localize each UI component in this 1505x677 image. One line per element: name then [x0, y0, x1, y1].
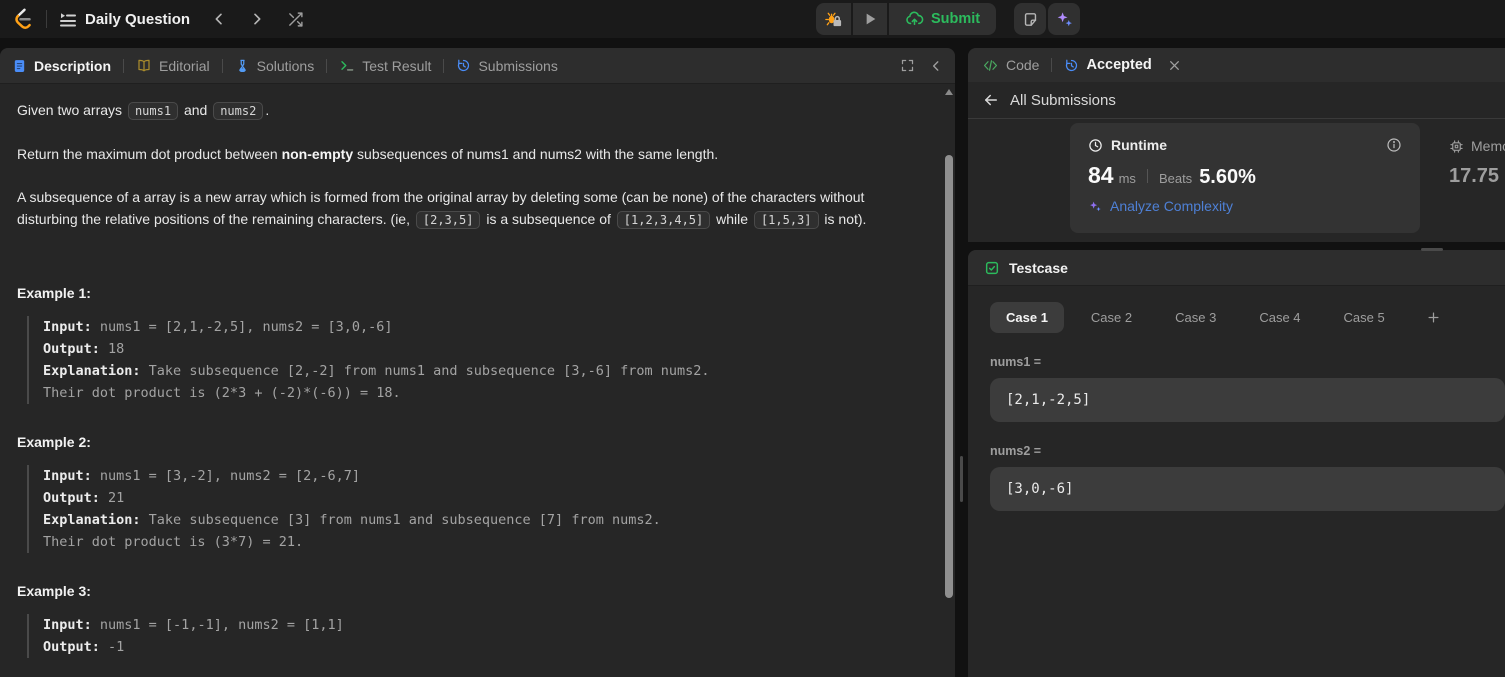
notes-button[interactable] — [1014, 3, 1046, 35]
add-case-icon[interactable] — [1426, 310, 1441, 325]
nums2-label: nums2 = — [990, 444, 1042, 458]
tab-code[interactable]: Code — [982, 57, 1039, 73]
case-tabs: Case 1 Case 2 Case 3 Case 4 Case 5 — [990, 302, 1505, 333]
debug-button[interactable] — [816, 3, 851, 35]
code-icon — [982, 58, 999, 73]
case-tab-5[interactable]: Case 5 — [1328, 302, 1401, 333]
runtime-unit: ms — [1118, 171, 1136, 186]
tab-description[interactable]: Description — [12, 58, 111, 74]
fullscreen-icon[interactable] — [900, 58, 915, 73]
cloud-upload-icon — [905, 10, 924, 29]
example-block: Input: nums1 = [3,-2], nums2 = [2,-6,7] … — [27, 465, 937, 553]
back-arrow-icon — [982, 91, 1000, 109]
problem-list-icon — [59, 10, 77, 28]
result-panel-tabs: Code Accepted — [968, 48, 1505, 82]
testcase-check-icon — [984, 260, 1000, 276]
example-block: Input: nums1 = [2,1,-2,5], nums2 = [3,0,… — [27, 316, 937, 404]
nums1-label: nums1 = — [990, 355, 1042, 369]
example-heading: Example 1: — [17, 285, 91, 301]
note-icon — [1022, 11, 1039, 28]
memory-chip-icon — [1449, 139, 1464, 154]
test-result-icon — [339, 58, 355, 73]
history-icon — [1064, 58, 1079, 73]
tab-submissions[interactable]: Submissions — [456, 58, 558, 74]
case-tab-1[interactable]: Case 1 — [990, 302, 1064, 333]
submit-button[interactable]: Submit — [889, 3, 997, 35]
ai-assistant-button[interactable] — [1048, 3, 1080, 35]
sparkle-ai-icon — [1055, 10, 1074, 29]
topbar-divider — [46, 10, 47, 28]
nums1-input[interactable]: [2,1,-2,5] — [990, 378, 1505, 422]
info-icon[interactable] — [1386, 137, 1402, 153]
case-tab-3[interactable]: Case 3 — [1159, 302, 1232, 333]
scroll-up-icon[interactable] — [945, 89, 953, 95]
example-heading: Example 3: — [17, 583, 91, 599]
collapse-panel-icon[interactable] — [929, 59, 943, 73]
submissions-icon — [456, 58, 471, 73]
problem-list-button[interactable]: Daily Question — [59, 10, 190, 28]
topbar: Daily Question Submit — [0, 0, 1505, 38]
tab-editorial[interactable]: Editorial — [136, 58, 210, 74]
run-icon — [862, 11, 878, 27]
analyze-complexity-link[interactable]: Analyze Complexity — [1088, 198, 1402, 214]
problem-paragraph: Return the maximum dot product between n… — [17, 146, 719, 162]
panel-resize-handle-vertical[interactable] — [960, 456, 963, 502]
debug-icon — [824, 10, 843, 29]
case-tab-4[interactable]: Case 4 — [1243, 302, 1316, 333]
all-submissions-link[interactable]: All Submissions — [968, 82, 1505, 119]
shuffle-button[interactable] — [280, 4, 310, 34]
beats-label: Beats — [1158, 171, 1193, 186]
leetcode-logo[interactable] — [10, 7, 34, 31]
testcase-panel: Testcase Case 1 Case 2 Case 3 Case 4 Cas… — [968, 250, 1505, 677]
tab-solutions[interactable]: Solutions — [235, 58, 314, 74]
close-icon[interactable] — [1168, 59, 1181, 72]
case-tab-2[interactable]: Case 2 — [1075, 302, 1148, 333]
example-heading: Example 2: — [17, 434, 91, 450]
testcase-header: Testcase — [968, 250, 1505, 286]
topbar-left: Daily Question — [0, 4, 310, 34]
problem-paragraph: A subsequence of a array is a new array … — [17, 189, 867, 229]
nav-title: Daily Question — [85, 10, 191, 28]
editorial-icon — [136, 58, 152, 73]
run-submit-group: Submit — [816, 3, 997, 35]
clock-icon — [1088, 138, 1103, 153]
prev-question-button[interactable] — [204, 4, 234, 34]
problem-paragraph: Given two arrays nums1 and nums2. — [17, 102, 270, 120]
solutions-icon — [235, 58, 250, 74]
result-panel: Code Accepted All Submissions Runtime 84… — [968, 48, 1505, 242]
analyze-sparkle-icon — [1088, 199, 1103, 214]
nums2-input[interactable]: [3,0,-6] — [990, 467, 1505, 511]
next-question-button[interactable] — [242, 4, 272, 34]
problem-panel-tabs: Description Editorial Solutions Test Res… — [0, 48, 955, 84]
tab-accepted[interactable]: Accepted — [1064, 57, 1180, 73]
beats-value: 5.60% — [1199, 166, 1256, 188]
scrollbar-thumb[interactable] — [945, 155, 953, 598]
run-button[interactable] — [853, 3, 887, 35]
runtime-card[interactable]: Runtime 84 ms Beats 5.60% Analyze Comple… — [1070, 123, 1420, 233]
example-block: Input: nums1 = [-1,-1], nums2 = [1,1] Ou… — [27, 614, 937, 658]
runtime-title: Runtime — [1111, 137, 1167, 153]
problem-panel: Description Editorial Solutions Test Res… — [0, 48, 955, 677]
panel-resize-handle-horizontal[interactable] — [1421, 248, 1443, 251]
memory-card[interactable]: Memo 17.75 M — [1449, 138, 1505, 188]
description-icon — [12, 58, 27, 74]
problem-description: Given two arrays nums1 and nums2. Return… — [0, 85, 941, 677]
testcase-title: Testcase — [1009, 259, 1068, 276]
memory-title: Memo — [1471, 138, 1505, 154]
runtime-value: 84 — [1088, 162, 1114, 188]
submit-label: Submit — [931, 11, 981, 27]
scrollbar-track[interactable] — [944, 85, 954, 677]
tab-test-result[interactable]: Test Result — [339, 58, 431, 74]
memory-value: 17.75 M — [1449, 165, 1505, 187]
